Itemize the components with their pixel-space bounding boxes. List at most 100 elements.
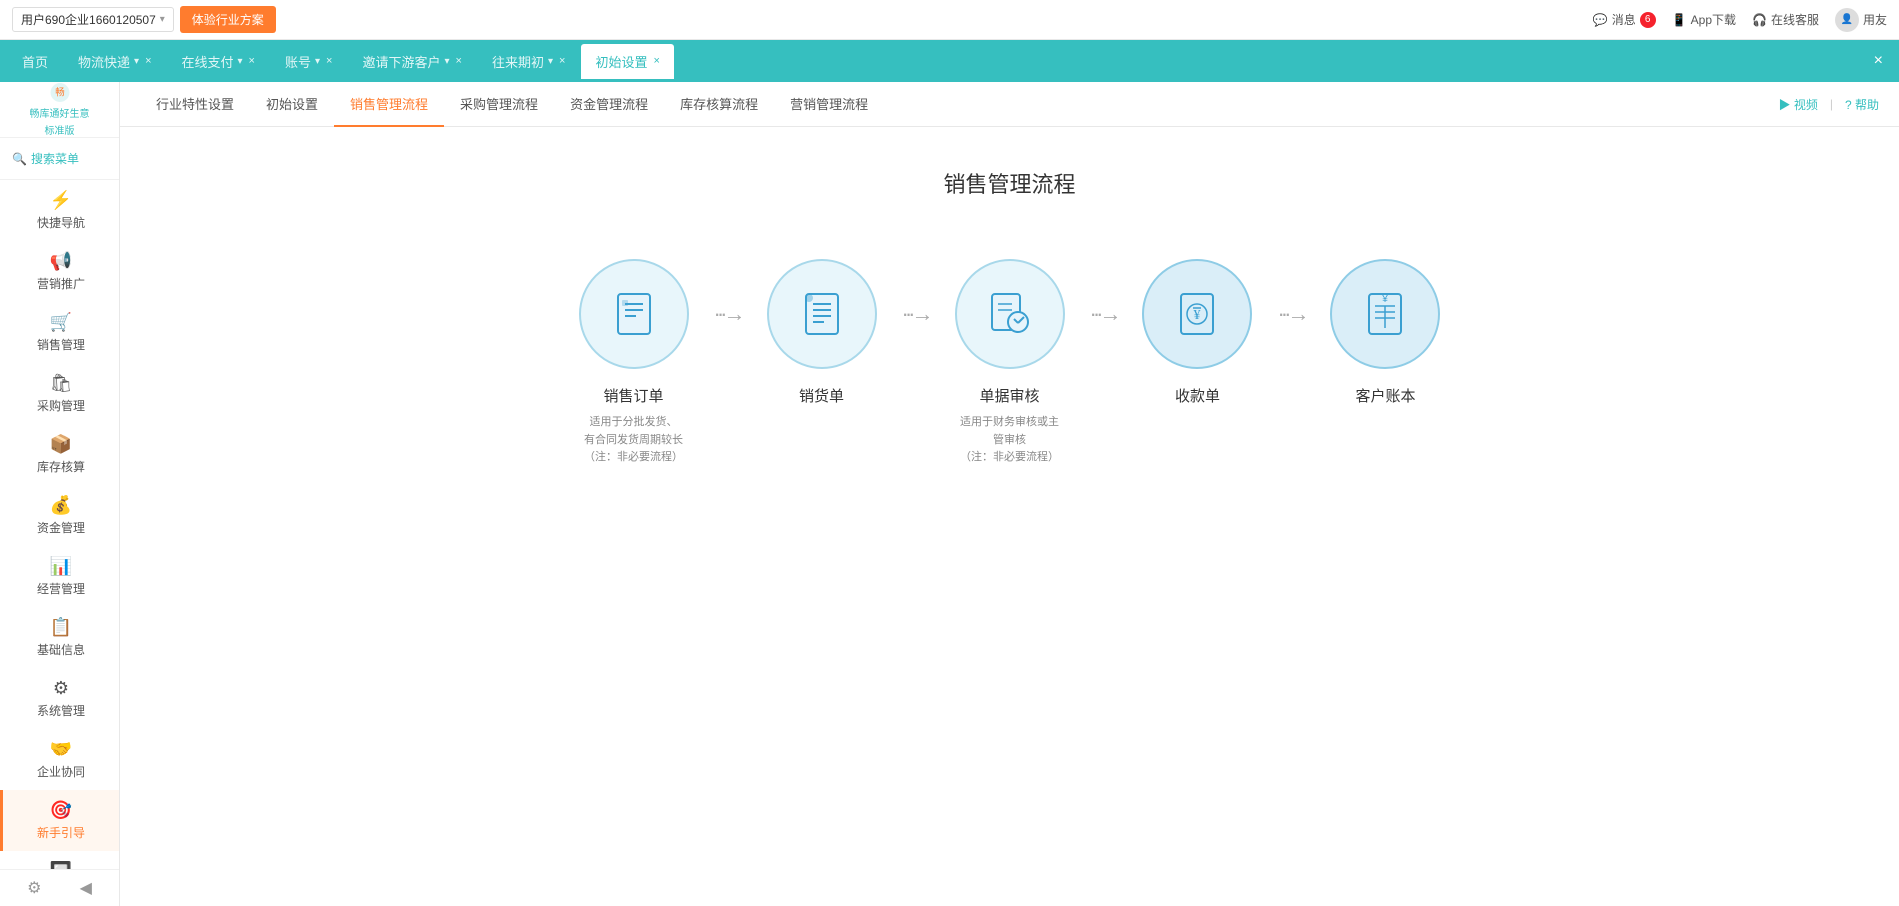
search-icon: 🔍: [12, 152, 27, 166]
headset-icon: 🎧: [1752, 13, 1767, 27]
sidebar-item-purchase[interactable]: 🛍 采购管理: [0, 363, 119, 424]
tab-period[interactable]: 往来期初 ▾ ×: [478, 44, 579, 79]
video-help[interactable]: ▶ 视频: [1778, 96, 1817, 113]
system-icon: ⚙: [53, 678, 69, 699]
user-profile[interactable]: 👤 用友: [1835, 8, 1887, 32]
sidebar-item-marketing[interactable]: 📢 营销推广: [0, 241, 119, 302]
sidebar-item-quicknav[interactable]: ⚡ 快捷导航: [0, 180, 119, 241]
username: 用友: [1863, 11, 1887, 28]
user-label: 用户690企业1660120507: [21, 11, 156, 28]
sub-tabs: 行业特性设置 初始设置 销售管理流程 采购管理流程 资金管理流程 库存核算流程 …: [120, 82, 1899, 127]
sidebar-item-sales-label: 销售管理: [37, 336, 85, 353]
flow-circle-audit[interactable]: [955, 259, 1065, 369]
step-sales-order-name: 销售订单: [604, 385, 664, 406]
settings-button[interactable]: ⚙: [27, 878, 41, 898]
sidebar-item-collab[interactable]: 🤝 企业协同: [0, 729, 119, 790]
ledger-icon: ¥: [1359, 288, 1411, 340]
purchase-icon: 🛍: [50, 373, 73, 394]
tab-logistics[interactable]: 物流快递 ▾ ×: [64, 44, 165, 79]
sidebar-item-system-label: 系统管理: [37, 702, 85, 719]
guide-icon: 🎯: [50, 800, 72, 821]
step-invoice-name: 销货单: [799, 385, 844, 406]
tab-invite-close[interactable]: ×: [456, 55, 462, 67]
flow-arrow-3: ···→: [1090, 259, 1118, 327]
collapse-button[interactable]: ◀: [80, 878, 92, 898]
invoice-icon: [796, 288, 848, 340]
sidebar-item-basic[interactable]: 📋 基础信息: [0, 607, 119, 668]
tab-invite-label: 邀请下游客户: [362, 52, 440, 71]
tab-period-arrow: ▾: [548, 56, 553, 67]
step-audit-desc: 适用于财务审核或主管审核（注：非必要流程）: [960, 414, 1059, 467]
flow-circle-invoice[interactable]: [767, 259, 877, 369]
sidebar-item-basic-label: 基础信息: [37, 641, 85, 658]
subtab-inventory-flow[interactable]: 库存核算流程: [664, 82, 774, 127]
tab-logistics-close[interactable]: ×: [145, 55, 151, 67]
message-action[interactable]: 💬 消息 6: [1593, 11, 1656, 28]
tab-account-close[interactable]: ×: [326, 55, 332, 67]
subtab-purchase-flow[interactable]: 采购管理流程: [444, 82, 554, 127]
subtab-finance-flow[interactable]: 资金管理流程: [554, 82, 664, 127]
tab-account[interactable]: 账号 ▾ ×: [271, 44, 346, 79]
flow-step-sales-order: 销售订单 适用于分批发货、有合同发货周期较长（注：非必要流程）: [554, 259, 714, 467]
sidebar-item-guide[interactable]: 🎯 新手引导: [0, 790, 119, 851]
tab-invite[interactable]: 邀请下游客户 ▾ ×: [348, 44, 475, 79]
sidebar-item-purchase-label: 采购管理: [37, 397, 85, 414]
finance-icon: 💰: [50, 495, 72, 516]
tab-account-label: 账号: [285, 52, 311, 71]
trial-button[interactable]: 体验行业方案: [180, 6, 276, 33]
svg-text:¥: ¥: [1194, 308, 1201, 323]
flow-circle-ledger[interactable]: ¥: [1330, 259, 1440, 369]
sidebar: 畅 畅库通好生意 标准版 🔍 搜索菜单 ⚡ 快捷导航 📢 营销推广 🛒 销售管理: [0, 82, 120, 906]
tab-period-label: 往来期初: [492, 52, 544, 71]
sidebar-item-collab-label: 企业协同: [37, 763, 85, 780]
top-bar: 用户690企业1660120507 ▾ 体验行业方案 💬 消息 6 📱 App下…: [0, 0, 1899, 40]
tab-logistics-label: 物流快递: [78, 52, 130, 71]
nav-tabs: 首页 物流快递 ▾ × 在线支付 ▾ × 账号 ▾ × 邀请下游客户 ▾ × 往…: [0, 40, 1899, 82]
chevron-down-icon: ▾: [160, 14, 165, 25]
tab-payment[interactable]: 在线支付 ▾ ×: [168, 44, 269, 79]
search-label: 搜索菜单: [31, 150, 79, 167]
user-selector[interactable]: 用户690企业1660120507 ▾: [12, 7, 174, 32]
flow-circle-receipt[interactable]: ¥: [1142, 259, 1252, 369]
tab-account-arrow: ▾: [315, 56, 320, 67]
flow-step-invoice: 销货单: [742, 259, 902, 414]
content-area: 行业特性设置 初始设置 销售管理流程 采购管理流程 资金管理流程 库存核算流程 …: [120, 82, 1899, 906]
svg-text:畅: 畅: [55, 87, 64, 99]
sidebar-item-finance[interactable]: 💰 资金管理: [0, 485, 119, 546]
sidebar-item-system[interactable]: ⚙ 系统管理: [0, 668, 119, 729]
help-link[interactable]: ? 帮助: [1845, 96, 1879, 113]
nav-close-all[interactable]: ×: [1866, 48, 1891, 74]
sidebar-logo: 畅 畅库通好生意 标准版: [0, 82, 119, 138]
app-download-action[interactable]: 📱 App下载: [1672, 11, 1736, 28]
subtab-industry[interactable]: 行业特性设置: [140, 82, 250, 127]
sidebar-item-appcenter[interactable]: 🔲 应用中心: [0, 851, 119, 869]
tab-init[interactable]: 初始设置 ×: [581, 44, 673, 79]
logo-icon: 畅: [45, 82, 75, 103]
app-download-label: App下载: [1691, 11, 1736, 28]
sidebar-item-inventory-label: 库存核算: [37, 458, 85, 475]
sidebar-item-operation[interactable]: 📊 经营管理: [0, 546, 119, 607]
sales-order-icon: [608, 288, 660, 340]
sidebar-item-inventory[interactable]: 📦 库存核算: [0, 424, 119, 485]
flow-steps: 销售订单 适用于分批发货、有合同发货周期较长（注：非必要流程） ···→: [554, 259, 1466, 467]
sidebar-search[interactable]: 🔍 搜索菜单: [0, 138, 119, 180]
message-badge: 6: [1640, 12, 1656, 28]
logo-text1: 畅库通好生意: [30, 105, 90, 120]
tab-init-close[interactable]: ×: [653, 55, 659, 67]
tab-payment-close[interactable]: ×: [249, 55, 255, 67]
tab-period-close[interactable]: ×: [559, 55, 565, 67]
sidebar-item-sales[interactable]: 🛒 销售管理: [0, 302, 119, 363]
quicknav-icon: ⚡: [50, 190, 72, 211]
flow-circle-sales-order[interactable]: [579, 259, 689, 369]
flow-arrow-2: ···→: [902, 259, 930, 327]
tab-logistics-arrow: ▾: [134, 56, 139, 67]
tab-home[interactable]: 首页: [8, 44, 62, 79]
customer-service-action[interactable]: 🎧 在线客服: [1752, 11, 1819, 28]
video-icon: ▶: [1778, 98, 1790, 112]
inventory-icon: 📦: [50, 434, 72, 455]
subtab-marketing-flow[interactable]: 营销管理流程: [774, 82, 884, 127]
marketing-icon: 📢: [50, 251, 72, 272]
main-layout: 畅 畅库通好生意 标准版 🔍 搜索菜单 ⚡ 快捷导航 📢 营销推广 🛒 销售管理: [0, 82, 1899, 906]
subtab-sales-flow[interactable]: 销售管理流程: [334, 82, 444, 127]
subtab-init[interactable]: 初始设置: [250, 82, 334, 127]
